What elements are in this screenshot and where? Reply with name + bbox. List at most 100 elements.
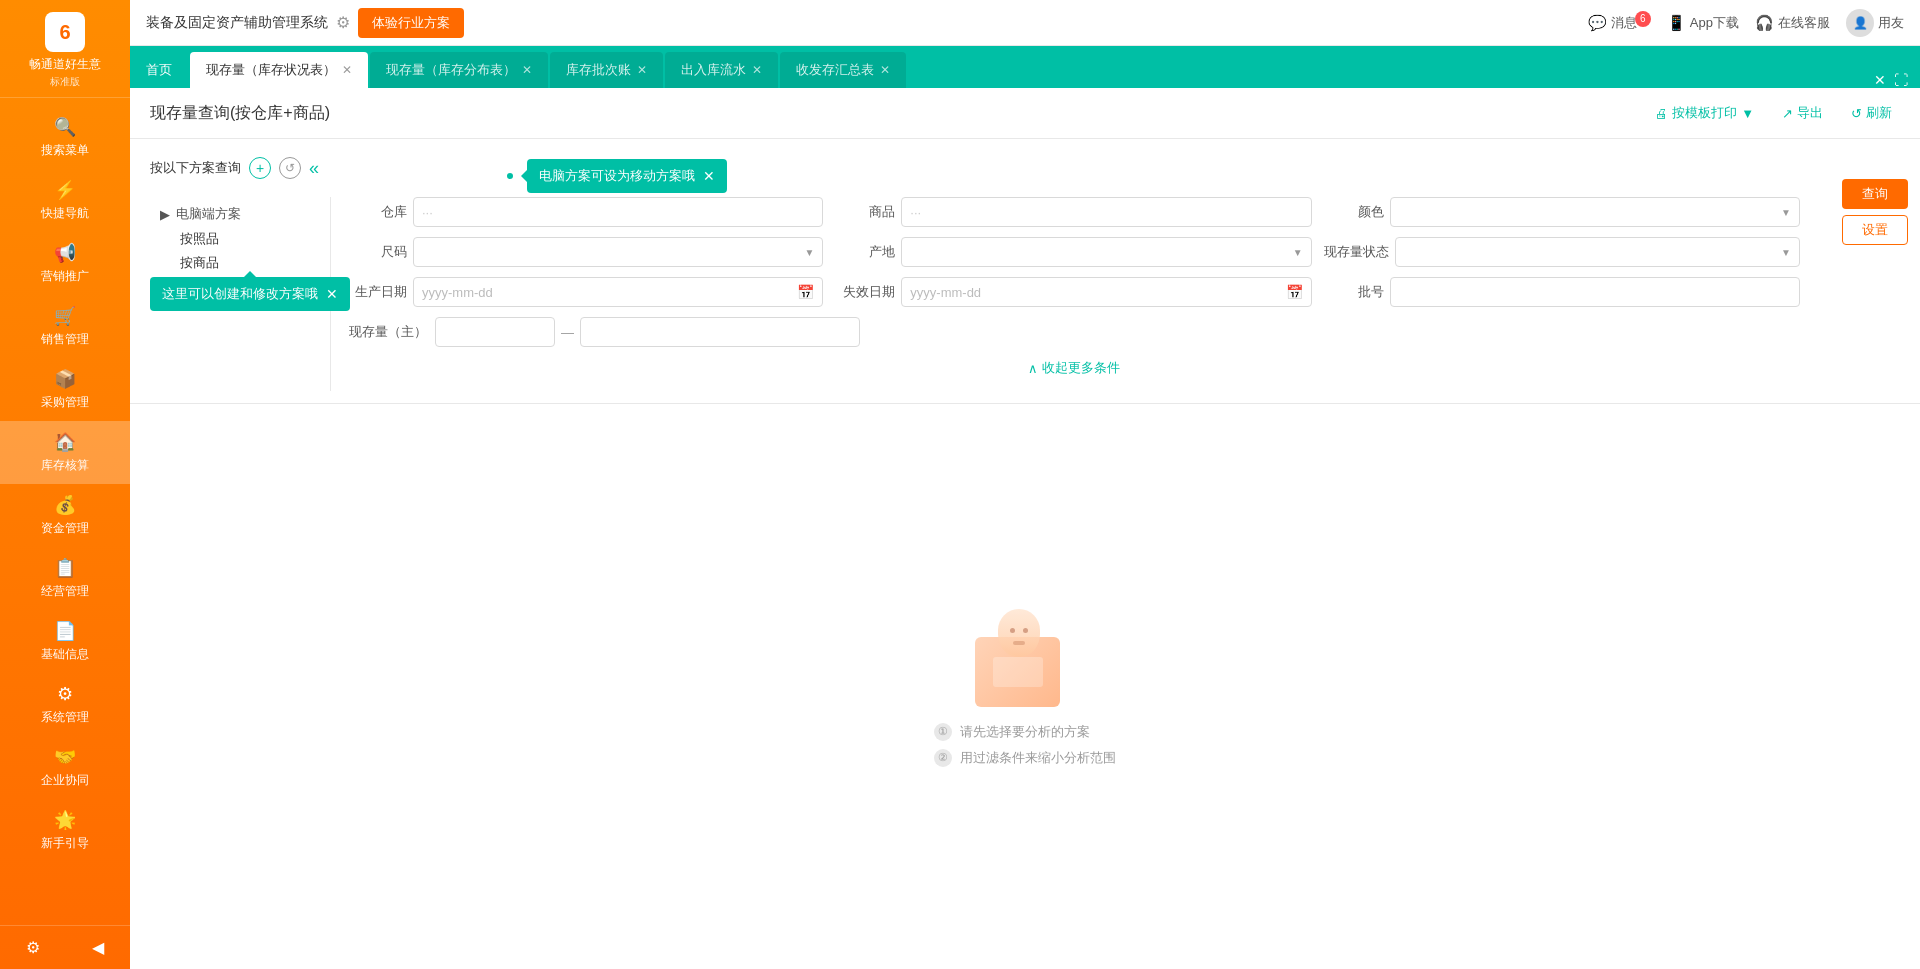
scheme-tooltip-close[interactable]: ✕: [703, 168, 715, 184]
empty-tip-2: ② 用过滤条件来缩小分析范围: [934, 749, 1116, 767]
origin-select[interactable]: ▼: [901, 237, 1311, 267]
scheme-group-desktop: ▶ 电脑端方案 按照品 按商品: [160, 201, 330, 275]
sidebar-item-sales[interactable]: 🛒 销售管理: [0, 295, 130, 358]
header-settings-icon[interactable]: ⚙: [336, 13, 350, 32]
sidebar-item-label: 资金管理: [41, 520, 89, 537]
filter-right-actions: 查询 设置: [1842, 179, 1908, 245]
sidebar-item-quick-nav[interactable]: ⚡ 快捷导航: [0, 169, 130, 232]
fullscreen-icon[interactable]: ⛶: [1894, 72, 1908, 88]
tab-recv-send-summary[interactable]: 收发存汇总表 ✕: [780, 52, 906, 88]
print-btn[interactable]: 🖨 按模板打印 ▼: [1647, 100, 1762, 126]
tip-num-2: ②: [934, 749, 952, 767]
filter-row-4: 现存量（主） —: [347, 317, 1800, 347]
filter-row-2: 尺码 ▼ 产地 ▼: [347, 237, 1800, 267]
sidebar-item-purchase[interactable]: 📦 采购管理: [0, 358, 130, 421]
qty-range-end[interactable]: [580, 317, 860, 347]
scheme-tooltip: 电脑方案可设为移动方案哦 ✕: [527, 159, 727, 193]
inventory-status-select[interactable]: ▼: [1395, 237, 1800, 267]
scheme-item-by-warehouse[interactable]: 按照品: [160, 227, 330, 251]
sidebar-item-operation[interactable]: 📋 经营管理: [0, 547, 130, 610]
size-select[interactable]: ▼: [413, 237, 823, 267]
sidebar-footer: ⚙ ◀: [0, 925, 130, 969]
empty-state: ① 请先选择要分析的方案 ② 用过滤条件来缩小分析范围: [934, 607, 1116, 767]
trial-button[interactable]: 体验行业方案: [358, 8, 464, 38]
filter-rows: 仓库 ··· 商品 ··· 颜色: [330, 197, 1800, 391]
create-tooltip-close[interactable]: ✕: [326, 286, 338, 302]
tab-bar: 首页 现存量（库存状况表） ✕ 现存量（库存分布表） ✕ 库存批次账 ✕ 出入库…: [130, 46, 1920, 88]
filter-cell-warehouse: 仓库 ···: [347, 197, 823, 227]
print-label: 按模板打印: [1672, 104, 1737, 122]
size-label: 尺码: [347, 243, 407, 261]
create-tooltip: 这里可以创建和修改方案哦 ✕: [150, 277, 350, 311]
main-area: 装备及固定资产辅助管理系统 ⚙ 体验行业方案 💬 消息 6 📱 App下载 🎧 …: [130, 0, 1920, 969]
sidebar-item-inventory[interactable]: 🏠 库存核算: [0, 421, 130, 484]
refresh-label: 刷新: [1866, 104, 1892, 122]
warehouse-dots: ···: [422, 205, 433, 220]
goods-dots: ···: [910, 205, 921, 220]
refresh-btn[interactable]: ↺ 刷新: [1843, 100, 1900, 126]
sidebar-item-system[interactable]: ⚙ 系统管理: [0, 673, 130, 736]
message-action[interactable]: 💬 消息 6: [1588, 14, 1651, 32]
tab-inventory-dist-close[interactable]: ✕: [522, 63, 532, 77]
filter-arrow-btn[interactable]: «: [309, 158, 319, 179]
tab-home[interactable]: 首页: [130, 52, 188, 88]
filter-cell-size: 尺码 ▼: [347, 237, 823, 267]
sales-icon: 🛒: [54, 305, 76, 327]
produce-date-input[interactable]: yyyy-mm-dd 📅: [413, 277, 823, 307]
export-btn[interactable]: ↗ 导出: [1774, 100, 1831, 126]
tab-inventory-dist[interactable]: 现存量（库存分布表） ✕: [370, 52, 548, 88]
qty-range-start[interactable]: [435, 317, 555, 347]
origin-select-arrow: ▼: [1293, 247, 1303, 258]
tab-recv-send-summary-close[interactable]: ✕: [880, 63, 890, 77]
filter-add-scheme-btn[interactable]: +: [249, 157, 271, 179]
online-support-action[interactable]: 🎧 在线客服: [1755, 14, 1830, 32]
sidebar-item-marketing[interactable]: 📢 营销推广: [0, 232, 130, 295]
guide-icon: 🌟: [54, 809, 76, 831]
warehouse-input[interactable]: ···: [413, 197, 823, 227]
tab-batch-ledger-close[interactable]: ✕: [637, 63, 647, 77]
sidebar-item-basic[interactable]: 📄 基础信息: [0, 610, 130, 673]
sidebar-item-enterprise[interactable]: 🤝 企业协同: [0, 736, 130, 799]
filter-cell-produce-date: 生产日期 yyyy-mm-dd 📅: [347, 277, 823, 307]
sidebar-item-guide[interactable]: 🌟 新手引导: [0, 799, 130, 862]
collapse-label: 收起更多条件: [1042, 359, 1120, 377]
range-separator: —: [561, 325, 574, 340]
expire-date-label: 失效日期: [835, 283, 895, 301]
filter-refresh-btn[interactable]: ↺: [279, 157, 301, 179]
message-label: 消息: [1611, 14, 1637, 32]
page-title: 现存量查询(按仓库+商品): [150, 103, 330, 124]
empty-illustration: [960, 607, 1090, 707]
close-all-tabs-icon[interactable]: ✕: [1874, 72, 1886, 88]
expire-date-input[interactable]: yyyy-mm-dd 📅: [901, 277, 1311, 307]
sidebar-item-label: 经营管理: [41, 583, 89, 600]
user-action[interactable]: 👤 用友: [1846, 9, 1904, 37]
tab-inout-flow-close[interactable]: ✕: [752, 63, 762, 77]
scheme-desktop-label: 电脑端方案: [176, 205, 241, 223]
filter-header: 按以下方案查询 + ↺ « 电脑方案可设为移动方案哦 ✕: [150, 151, 1800, 185]
filter-label: 按以下方案查询: [150, 159, 241, 177]
scheme-group-desktop-header[interactable]: ▶ 电脑端方案: [160, 201, 330, 227]
tab-batch-ledger[interactable]: 库存批次账 ✕: [550, 52, 663, 88]
sidebar-item-finance[interactable]: 💰 资金管理: [0, 484, 130, 547]
color-select[interactable]: ▼: [1390, 197, 1800, 227]
filter-body: ▶ 电脑端方案 按照品 按商品 ▶ 移动端方案 这里可: [150, 197, 1800, 391]
inventory-icon: 🏠: [54, 431, 76, 453]
tab-batch-ledger-label: 库存批次账: [566, 61, 631, 79]
collapse-sidebar-btn[interactable]: ◀: [92, 938, 104, 957]
expire-date-calendar-icon: 📅: [1286, 284, 1303, 300]
empty-ghost: [998, 609, 1040, 657]
tab-home-label: 首页: [146, 61, 172, 79]
qty-range: —: [435, 317, 1800, 347]
batch-num-input[interactable]: [1390, 277, 1800, 307]
app-download-action[interactable]: 📱 App下载: [1667, 14, 1739, 32]
query-button[interactable]: 查询: [1842, 179, 1908, 209]
goods-input[interactable]: ···: [901, 197, 1311, 227]
collapse-btn[interactable]: ∧ 收起更多条件: [347, 353, 1800, 383]
empty-box-inner: [993, 657, 1043, 687]
settings-footer-btn[interactable]: ⚙: [26, 938, 40, 957]
tab-inventory-status[interactable]: 现存量（库存状况表） ✕: [190, 52, 368, 88]
sidebar-item-search-menu[interactable]: 🔍 搜索菜单: [0, 106, 130, 169]
settings-button[interactable]: 设置: [1842, 215, 1908, 245]
tab-inout-flow[interactable]: 出入库流水 ✕: [665, 52, 778, 88]
tab-inventory-status-close[interactable]: ✕: [342, 63, 352, 77]
